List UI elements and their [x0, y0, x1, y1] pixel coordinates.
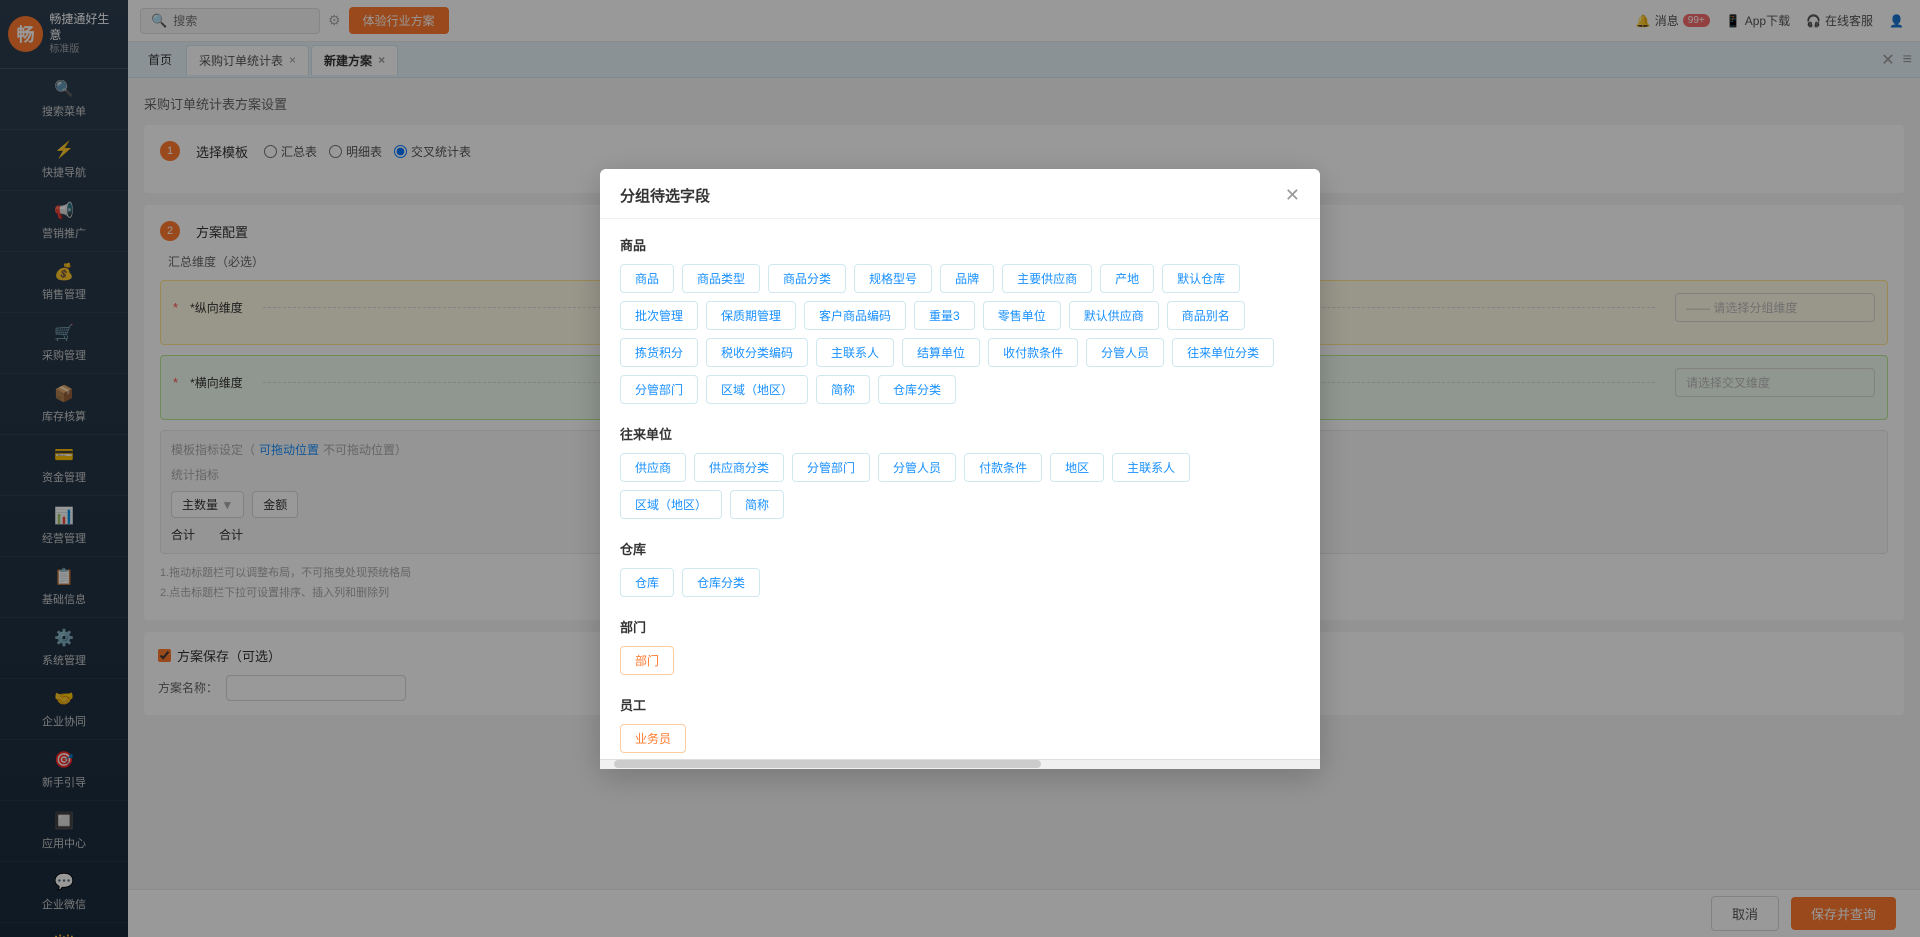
horizontal-scrollbar[interactable] — [600, 759, 1320, 769]
field-group-title-3: 部门 — [620, 617, 1300, 636]
field-tag-0-3[interactable]: 规格型号 — [854, 264, 932, 293]
field-tag-1-5[interactable]: 地区 — [1050, 453, 1104, 482]
field-tag-1-3[interactable]: 分管人员 — [878, 453, 956, 482]
field-tag-0-7[interactable]: 默认仓库 — [1162, 264, 1240, 293]
field-tag-0-10[interactable]: 客户商品编码 — [804, 301, 906, 330]
field-tag-0-15[interactable]: 拣货积分 — [620, 338, 698, 367]
field-tag-0-24[interactable]: 简称 — [816, 375, 870, 404]
field-tag-0-19[interactable]: 收付款条件 — [988, 338, 1078, 367]
field-tag-0-18[interactable]: 结算单位 — [902, 338, 980, 367]
field-group-title-0: 商品 — [620, 235, 1300, 254]
field-tags-3: 部门 — [620, 646, 1300, 675]
field-tag-0-16[interactable]: 税收分类编码 — [706, 338, 808, 367]
field-tag-0-17[interactable]: 主联系人 — [816, 338, 894, 367]
modal-body[interactable]: 商品商品商品类型商品分类规格型号品牌主要供应商产地默认仓库批次管理保质期管理客户… — [600, 219, 1320, 759]
field-tag-2-0[interactable]: 仓库 — [620, 568, 674, 597]
field-tags-4: 业务员 — [620, 724, 1300, 753]
field-tag-0-5[interactable]: 主要供应商 — [1002, 264, 1092, 293]
field-tag-1-6[interactable]: 主联系人 — [1112, 453, 1190, 482]
field-tag-1-7[interactable]: 区域（地区） — [620, 490, 722, 519]
field-group-1: 往来单位供应商供应商分类分管部门分管人员付款条件地区主联系人区域（地区） 简称 — [620, 424, 1300, 519]
modal-header: 分组待选字段 ✕ — [600, 169, 1320, 219]
field-tag-0-25[interactable]: 仓库分类 — [878, 375, 956, 404]
field-group-3: 部门部门 — [620, 617, 1300, 675]
modal: 分组待选字段 ✕ 商品商品商品类型商品分类规格型号品牌主要供应商产地默认仓库批次… — [600, 169, 1320, 769]
field-tag-0-8[interactable]: 批次管理 — [620, 301, 698, 330]
field-tag-0-22[interactable]: 分管部门 — [620, 375, 698, 404]
field-tag-1-4[interactable]: 付款条件 — [964, 453, 1042, 482]
field-tag-0-12[interactable]: 零售单位 — [983, 301, 1061, 330]
modal-close-button[interactable]: ✕ — [1285, 185, 1300, 206]
field-tag-0-6[interactable]: 产地 — [1100, 264, 1154, 293]
field-tag-1-8[interactable]: 简称 — [730, 490, 784, 519]
field-tag-0-4[interactable]: 品牌 — [940, 264, 994, 293]
field-tag-0-13[interactable]: 默认供应商 — [1069, 301, 1159, 330]
field-tag-0-20[interactable]: 分管人员 — [1086, 338, 1164, 367]
hscroll-thumb — [614, 760, 1041, 768]
field-tag-0-9[interactable]: 保质期管理 — [706, 301, 796, 330]
field-group-title-1: 往来单位 — [620, 424, 1300, 443]
modal-title: 分组待选字段 — [620, 185, 710, 206]
field-tag-4-0[interactable]: 业务员 — [620, 724, 686, 753]
field-group-0: 商品商品商品类型商品分类规格型号品牌主要供应商产地默认仓库批次管理保质期管理客户… — [620, 235, 1300, 404]
modal-overlay[interactable]: 分组待选字段 ✕ 商品商品商品类型商品分类规格型号品牌主要供应商产地默认仓库批次… — [0, 0, 1920, 937]
field-group-2: 仓库仓库仓库分类 — [620, 539, 1300, 597]
field-tag-0-14[interactable]: 商品别名 — [1167, 301, 1245, 330]
field-tag-1-1[interactable]: 供应商分类 — [694, 453, 784, 482]
field-tag-0-0[interactable]: 商品 — [620, 264, 674, 293]
field-tag-3-0[interactable]: 部门 — [620, 646, 674, 675]
field-tag-0-23[interactable]: 区域（地区） — [706, 375, 808, 404]
field-group-title-2: 仓库 — [620, 539, 1300, 558]
field-tag-0-2[interactable]: 商品分类 — [768, 264, 846, 293]
field-tag-1-0[interactable]: 供应商 — [620, 453, 686, 482]
field-tag-0-21[interactable]: 往来单位分类 — [1172, 338, 1274, 367]
field-tag-1-2[interactable]: 分管部门 — [792, 453, 870, 482]
field-tags-2: 仓库仓库分类 — [620, 568, 1300, 597]
field-group-title-4: 员工 — [620, 695, 1300, 714]
field-group-4: 员工业务员 — [620, 695, 1300, 753]
field-tags-0: 商品商品类型商品分类规格型号品牌主要供应商产地默认仓库批次管理保质期管理客户商品… — [620, 264, 1300, 404]
field-tag-0-1[interactable]: 商品类型 — [682, 264, 760, 293]
field-tags-1: 供应商供应商分类分管部门分管人员付款条件地区主联系人区域（地区） 简称 — [620, 453, 1300, 519]
field-tag-0-11[interactable]: 重量3 — [914, 301, 975, 330]
field-tag-2-1[interactable]: 仓库分类 — [682, 568, 760, 597]
